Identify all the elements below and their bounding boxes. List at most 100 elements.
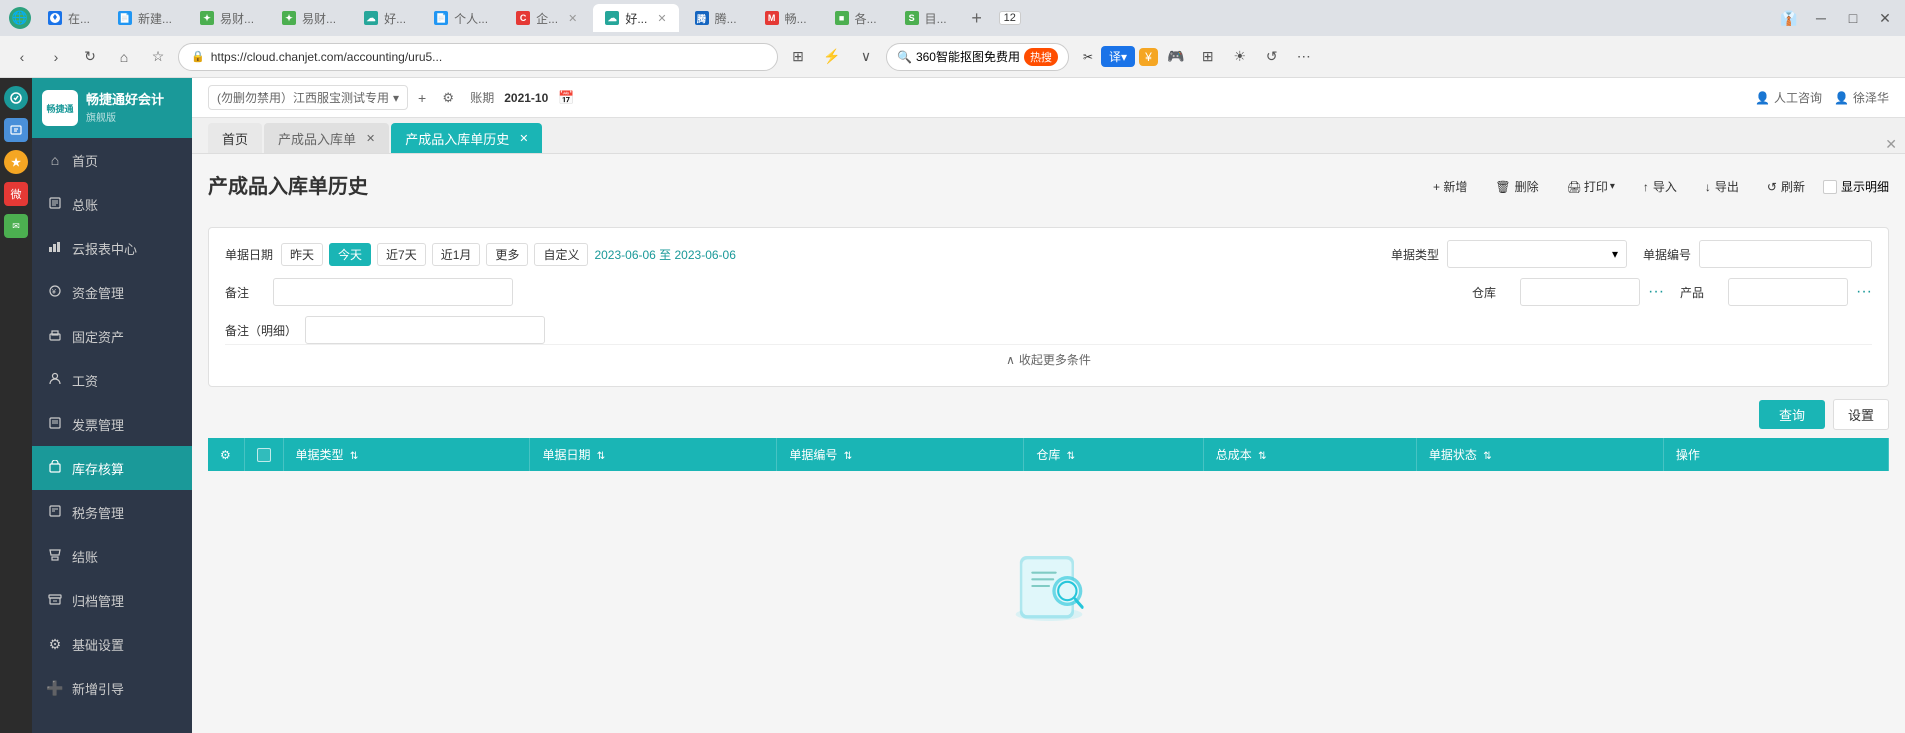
date-btn-custom[interactable]: 自定义 [534, 243, 588, 266]
export-button[interactable]: ↓ 导出 [1695, 174, 1749, 199]
product-input[interactable] [1728, 278, 1848, 306]
scissors-tool[interactable]: ✂ [1079, 50, 1097, 64]
icon-sidebar-item-3[interactable]: ★ [4, 150, 28, 174]
th-type[interactable]: 单据类型 ⇅ [283, 438, 530, 471]
th-number[interactable]: 单据编号 ⇅ [777, 438, 1024, 471]
extensions-button[interactable]: ⊞ [784, 43, 812, 71]
browser-tab-12[interactable]: S 目... [893, 4, 959, 32]
grid-button[interactable]: ⊞ [1194, 43, 1222, 71]
game-button[interactable]: 🎮 [1162, 43, 1190, 71]
sidebar-item-reports[interactable]: 云报表中心 [32, 226, 192, 270]
warehouse-more-btn[interactable]: ··· [1648, 283, 1664, 301]
sidebar-item-ledger[interactable]: 总账 [32, 182, 192, 226]
query-button[interactable]: 查询 [1759, 400, 1825, 429]
warehouse-input[interactable] [1520, 278, 1640, 306]
browser-logo[interactable]: 🌐 [8, 6, 32, 30]
translate-button[interactable]: 译▾ [1101, 46, 1135, 67]
number-input[interactable] [1699, 240, 1872, 268]
browser-tab-5[interactable]: ☁ 好... [352, 4, 418, 32]
product-more-btn[interactable]: ··· [1856, 283, 1872, 301]
tab-8-close[interactable]: ✕ [657, 12, 666, 25]
date-btn-7days[interactable]: 近7天 [377, 243, 426, 266]
th-checkbox[interactable] [244, 438, 283, 471]
address-dropdown[interactable]: ∨ [852, 43, 880, 71]
close-button[interactable]: ✕ [1873, 6, 1897, 30]
browser-tab-4[interactable]: ✦ 易财... [270, 4, 348, 32]
back-button[interactable]: ‹ [8, 43, 36, 71]
browser-tab-2[interactable]: 📄 新建... [106, 4, 184, 32]
browser-search-box[interactable]: 🔍 360智能抠图免费用 热搜 [886, 43, 1069, 71]
date-btn-yesterday[interactable]: 昨天 [281, 243, 323, 266]
sidebar-item-archive[interactable]: 归档管理 [32, 578, 192, 622]
browser-settings-button[interactable]: ⋯ [1290, 43, 1318, 71]
page-tab-history-close[interactable]: ✕ [519, 132, 528, 145]
browser-tab-1[interactable]: 在... [36, 4, 102, 32]
browser-tab-9[interactable]: 腾 腾... [683, 4, 749, 32]
tab-count[interactable]: 12 [999, 11, 1021, 25]
collapse-bar[interactable]: ∧ 收起更多条件 [225, 344, 1872, 374]
yuan-button[interactable]: ¥ [1139, 48, 1158, 66]
minimize-button[interactable]: ─ [1809, 6, 1833, 30]
sidebar-item-invoice[interactable]: 发票管理 [32, 402, 192, 446]
app-home-icon[interactable] [4, 86, 28, 110]
th-total-cost[interactable]: 总成本 ⇅ [1203, 438, 1416, 471]
sidebar-item-inventory[interactable]: 库存核算 [32, 446, 192, 490]
date-btn-1month[interactable]: 近1月 [432, 243, 481, 266]
sidebar-item-funds[interactable]: ¥ 资金管理 [32, 270, 192, 314]
close-panel-btn[interactable]: ✕ [1885, 136, 1897, 153]
calendar-icon[interactable]: 📅 [558, 90, 574, 106]
home-button[interactable]: ⌂ [110, 43, 138, 71]
sidebar-item-settings[interactable]: ⚙ 基础设置 [32, 622, 192, 666]
browser-tab-6[interactable]: 📄 个人... [422, 4, 500, 32]
add-company-btn[interactable]: + [418, 90, 426, 106]
new-tab-button[interactable]: + [963, 4, 991, 32]
browser-tab-11[interactable]: ■ 各... [823, 4, 889, 32]
sidebar-item-payroll[interactable]: 工资 [32, 358, 192, 402]
detail-note-input[interactable] [305, 316, 545, 344]
forward-button[interactable]: › [42, 43, 70, 71]
add-button[interactable]: + 新增 [1423, 174, 1477, 199]
theme-button[interactable]: ☀ [1226, 43, 1254, 71]
sync-button[interactable]: ↺ [1258, 43, 1286, 71]
note-input[interactable] [273, 278, 513, 306]
sidebar-item-fixed[interactable]: 固定资产 [32, 314, 192, 358]
browser-tab-8[interactable]: ☁ 好... ✕ [593, 4, 678, 32]
page-tab-list[interactable]: 产成品入库单 ✕ [264, 123, 389, 153]
icon-sidebar-item-5[interactable]: ✉ [4, 214, 28, 238]
maximize-button[interactable]: □ [1841, 6, 1865, 30]
sidebar-item-closing[interactable]: 结账 [32, 534, 192, 578]
th-settings[interactable]: ⚙ [208, 438, 244, 471]
print-button[interactable]: 🖨 打印 ▾ [1557, 174, 1625, 199]
th-date[interactable]: 单据日期 ⇅ [530, 438, 777, 471]
show-detail-toggle[interactable]: 显示明细 [1823, 178, 1889, 195]
type-select[interactable]: ▾ [1447, 240, 1627, 268]
icon-sidebar-item-2[interactable] [4, 118, 28, 142]
settings-gear-btn[interactable]: ⚙ [436, 86, 460, 110]
period-value[interactable]: 2021-10 [504, 91, 548, 105]
th-warehouse[interactable]: 仓库 ⇅ [1024, 438, 1203, 471]
shirt-icon[interactable]: 👔 [1777, 6, 1801, 30]
import-button[interactable]: ↑ 导入 [1633, 174, 1687, 199]
date-btn-more[interactable]: 更多 [486, 243, 528, 266]
delete-button[interactable]: 🗑 删除 [1485, 174, 1548, 199]
search-settings-button[interactable]: 设置 [1833, 399, 1889, 430]
sidebar-header[interactable]: 畅捷通 畅捷通好会计 旗舰版 [32, 78, 192, 138]
page-tab-list-close[interactable]: ✕ [366, 132, 375, 145]
page-tab-breadcrumb-home[interactable]: 首页 [208, 123, 262, 153]
hot-search-badge[interactable]: 热搜 [1024, 48, 1058, 66]
lightning-button[interactable]: ⚡ [818, 43, 846, 71]
browser-tab-10[interactable]: M 畅... [753, 4, 819, 32]
tab-7-close[interactable]: ✕ [568, 12, 577, 25]
address-input[interactable]: 🔒 https://cloud.chanjet.com/accounting/u… [178, 43, 778, 71]
company-selector[interactable]: (勿删勿禁用）江西服宝测试专用 ▾ [208, 85, 408, 110]
browser-tab-7[interactable]: C 企... ✕ [504, 4, 589, 32]
show-detail-checkbox[interactable] [1823, 180, 1837, 194]
th-status[interactable]: 单据状态 ⇅ [1416, 438, 1663, 471]
select-all-checkbox[interactable] [257, 448, 271, 462]
date-btn-today[interactable]: 今天 [329, 243, 371, 266]
page-tab-history[interactable]: 产成品入库单历史 ✕ [391, 123, 542, 153]
browser-tab-3[interactable]: ✦ 易财... [188, 4, 266, 32]
refresh-button[interactable]: ↻ [76, 43, 104, 71]
icon-sidebar-item-4[interactable]: 微 [4, 182, 28, 206]
refresh-button[interactable]: ↺ 刷新 [1757, 174, 1815, 199]
